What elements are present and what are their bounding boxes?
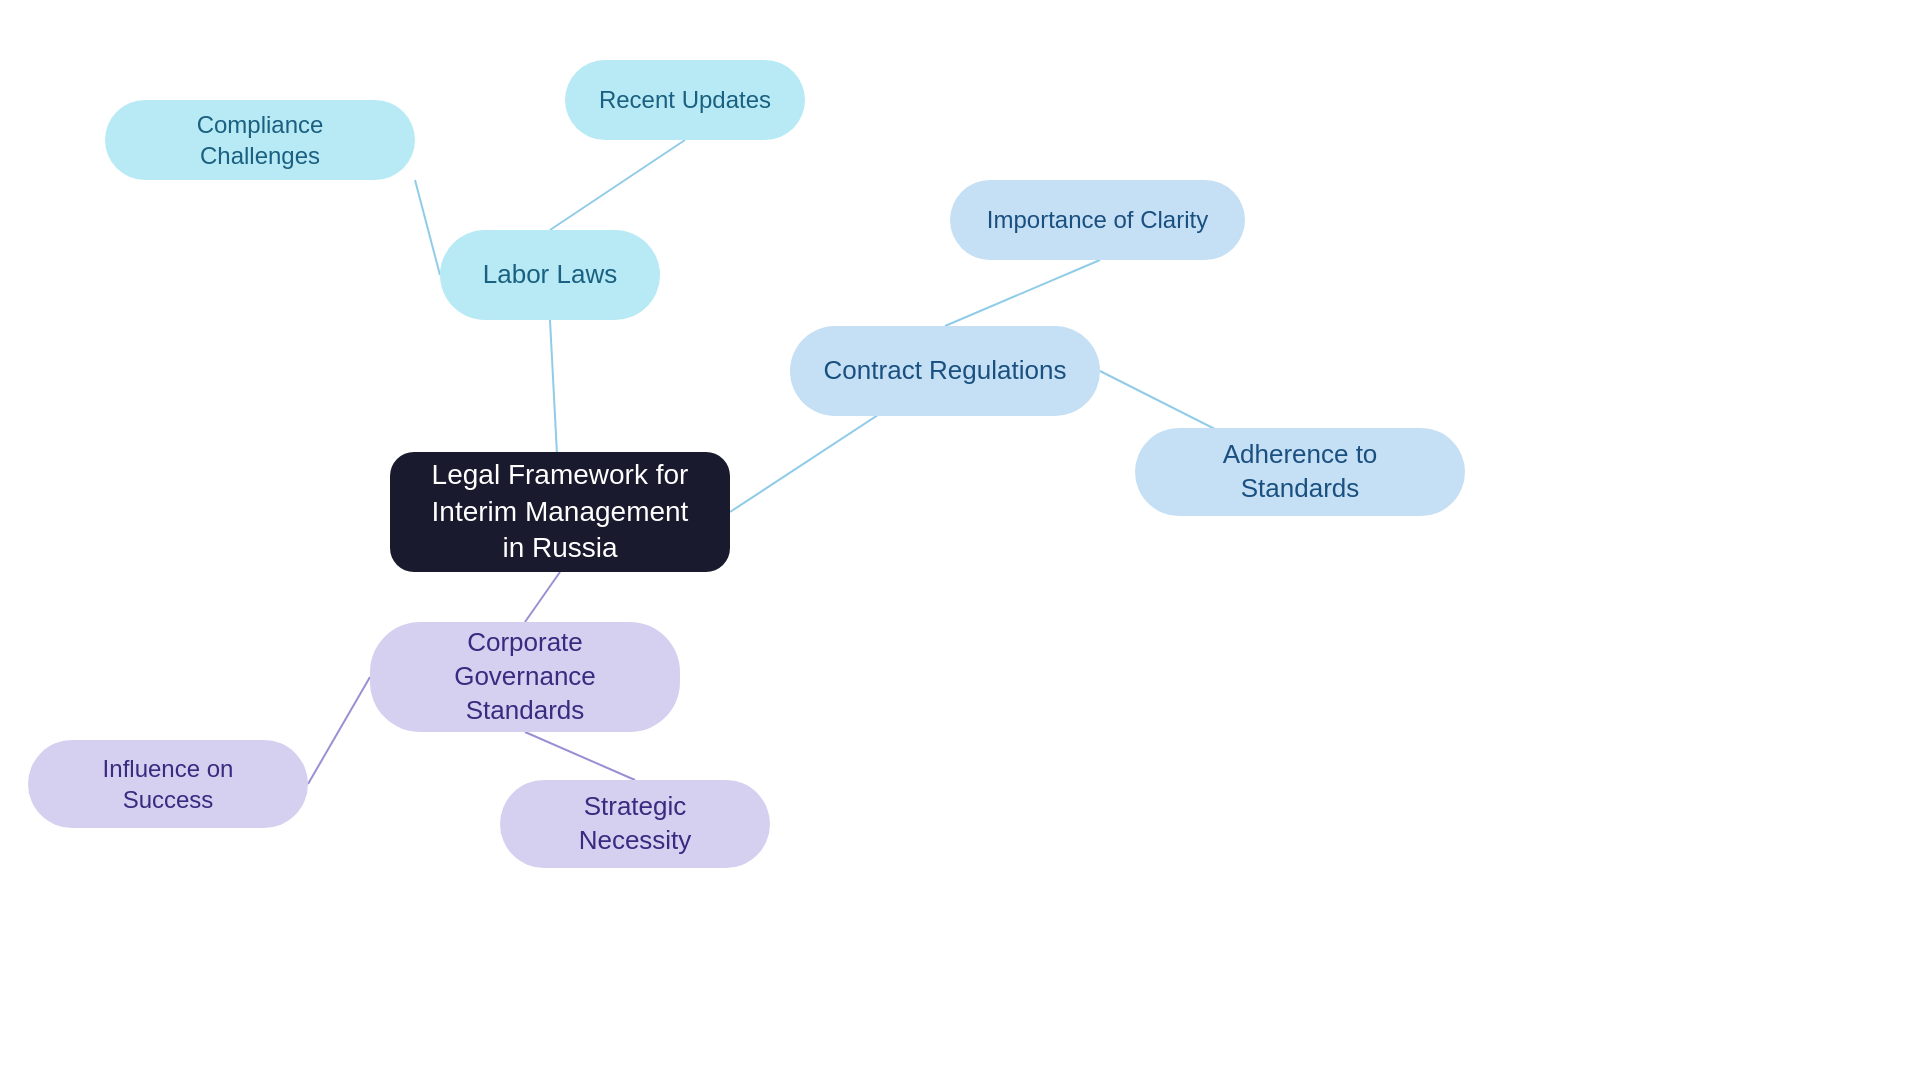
recent-updates-node: Recent Updates bbox=[565, 60, 805, 140]
center-node: Legal Framework for Interim Management i… bbox=[390, 452, 730, 572]
svg-line-6 bbox=[525, 572, 560, 622]
contract-regulations-node: Contract Regulations bbox=[790, 326, 1100, 416]
compliance-challenges-node: Compliance Challenges bbox=[105, 100, 415, 180]
strategic-necessity-node: Strategic Necessity bbox=[500, 780, 770, 868]
svg-line-1 bbox=[550, 140, 685, 230]
svg-line-8 bbox=[525, 732, 635, 780]
importance-of-clarity-node: Importance of Clarity bbox=[950, 180, 1245, 260]
svg-line-4 bbox=[945, 260, 1100, 326]
corporate-governance-node: Corporate Governance Standards bbox=[370, 622, 680, 732]
svg-line-7 bbox=[308, 677, 370, 784]
influence-on-success-node: Influence on Success bbox=[28, 740, 308, 828]
labor-laws-node: Labor Laws bbox=[440, 230, 660, 320]
adherence-to-standards-node: Adherence to Standards bbox=[1135, 428, 1465, 516]
svg-line-2 bbox=[415, 180, 440, 275]
